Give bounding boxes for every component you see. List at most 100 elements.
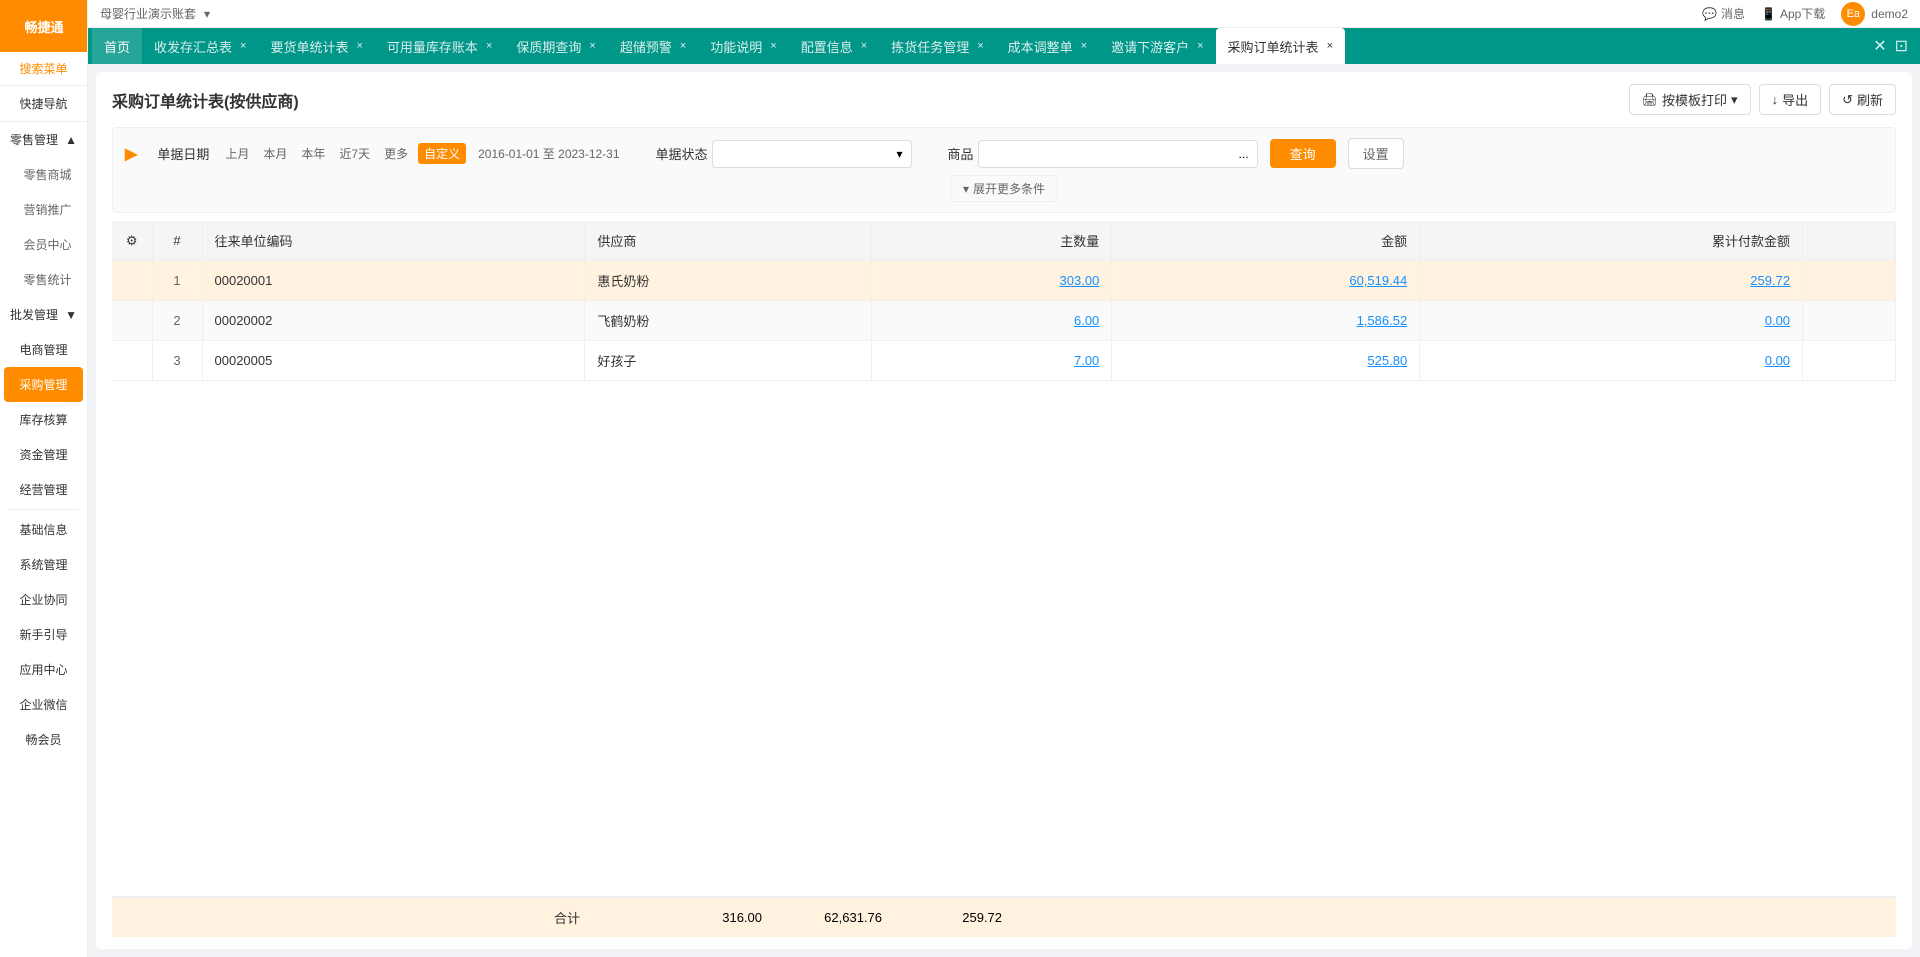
tab-close-all-icon[interactable]: ✕ xyxy=(1873,36,1886,56)
goods-filter: 商品 ... xyxy=(948,140,1258,168)
row-code: 00020002 xyxy=(202,301,585,341)
sidebar-item-system[interactable]: 系统管理 xyxy=(0,547,87,582)
date-btn-this-month[interactable]: 本月 xyxy=(259,143,291,164)
tab-label: 采购订单统计表 xyxy=(1228,37,1319,56)
col-settings[interactable]: ⚙ xyxy=(112,221,152,261)
tab-close-icon[interactable]: × xyxy=(861,40,867,52)
username: demo2 xyxy=(1871,7,1908,21)
tab-label: 功能说明 xyxy=(710,37,762,56)
tab-home[interactable]: 首页 xyxy=(92,28,142,64)
tab-close-icon[interactable]: × xyxy=(589,40,595,52)
tab-chengbentiaoz[interactable]: 成本调整单 × xyxy=(996,28,1099,64)
row-amount[interactable]: 525.80 xyxy=(1112,341,1420,381)
tab-baozhi[interactable]: 保质期查询 × xyxy=(504,28,607,64)
row-settings xyxy=(112,301,152,341)
tab-close-icon[interactable]: × xyxy=(1327,40,1333,52)
tab-peizhixinxi[interactable]: 配置信息 × xyxy=(789,28,879,64)
tab-close-icon[interactable]: × xyxy=(1081,40,1087,52)
tab-gongnengshuo[interactable]: 功能说明 × xyxy=(698,28,788,64)
sidebar-item-member[interactable]: 会员中心 xyxy=(0,227,87,262)
sidebar-item-ops[interactable]: 经营管理 xyxy=(0,472,87,507)
date-btn-this-year[interactable]: 本年 xyxy=(297,143,329,164)
page-inner: 采购订单统计表(按供应商) 🖨 按模板打印 ▾ ↓ 导出 ↺ 刷新 xyxy=(96,72,1912,949)
date-btn-more[interactable]: 更多 xyxy=(380,143,412,164)
tab-chaochuyujing[interactable]: 超储预警 × xyxy=(608,28,698,64)
row-paid[interactable]: 0.00 xyxy=(1420,341,1803,381)
export-button[interactable]: ↓ 导出 xyxy=(1759,84,1822,115)
refresh-button[interactable]: ↺ 刷新 xyxy=(1829,84,1896,115)
sidebar-item-wholesale[interactable]: 批发管理 ▼ xyxy=(0,297,87,332)
tab-yaohuodangtjb[interactable]: 要货单统计表 × xyxy=(258,28,374,64)
date-btn-last-month[interactable]: 上月 xyxy=(221,143,253,164)
date-shortcuts: 上月 本月 本年 近7天 更多 自定义 xyxy=(221,143,466,164)
tab-label: 拣货任务管理 xyxy=(891,37,969,56)
main-area: 母婴行业演示账套 ▾ 💬 消息 📱 App下载 Ea demo2 首页 收发存汇… xyxy=(88,0,1920,957)
print-button[interactable]: 🖨 按模板打印 ▾ xyxy=(1629,84,1751,115)
tab-keyongliang[interactable]: 可用量库存账本 × xyxy=(375,28,504,64)
date-btn-7days[interactable]: 近7天 xyxy=(335,143,374,164)
row-qty[interactable]: 303.00 xyxy=(871,261,1112,301)
tab-baitiuorenwu[interactable]: 拣货任务管理 × xyxy=(879,28,995,64)
tabbar: 首页 收发存汇总表 × 要货单统计表 × 可用量库存账本 × 保质期查询 × 超… xyxy=(88,28,1920,64)
tab-close-icon[interactable]: × xyxy=(356,40,362,52)
workspace-dropdown[interactable]: ▾ xyxy=(204,7,210,21)
tab-close-icon[interactable]: × xyxy=(680,40,686,52)
row-amount[interactable]: 1,586.52 xyxy=(1112,301,1420,341)
app-download-btn[interactable]: 📱 App下载 xyxy=(1761,5,1825,22)
sidebar-item-appcenter[interactable]: 应用中心 xyxy=(0,652,87,687)
footer-qty: 316.00 xyxy=(674,910,774,925)
sidebar-item-inventory[interactable]: 库存核算 xyxy=(0,402,87,437)
user-area[interactable]: Ea demo2 xyxy=(1841,2,1908,26)
expand-more-label: 展开更多条件 xyxy=(973,180,1045,197)
tab-close-icon[interactable]: × xyxy=(770,40,776,52)
tab-close-icon[interactable]: × xyxy=(1197,40,1203,52)
status-select[interactable]: ▾ xyxy=(712,140,912,168)
sidebar-item-quicknav[interactable]: 快捷导航 xyxy=(0,86,87,122)
query-button[interactable]: 查询 xyxy=(1270,139,1336,168)
sidebar-item-purchase[interactable]: 采购管理 xyxy=(4,367,83,402)
sidebar-item-member2[interactable]: 畅会员 xyxy=(0,722,87,757)
goods-label: 商品 xyxy=(948,144,974,163)
row-qty[interactable]: 7.00 xyxy=(871,341,1112,381)
sidebar-item-newbie[interactable]: 新手引导 xyxy=(0,617,87,652)
row-paid[interactable]: 259.72 xyxy=(1420,261,1803,301)
sidebar-item-retailstats[interactable]: 零售统计 xyxy=(0,262,87,297)
sidebar-item-finance[interactable]: 资金管理 xyxy=(0,437,87,472)
sidebar-item-search[interactable]: 搜索菜单 xyxy=(0,52,87,86)
expand-more-button[interactable]: ▾ 展开更多条件 xyxy=(950,175,1058,202)
filter-expand-left[interactable]: ▶ xyxy=(125,144,137,164)
expand-more-row: ▾ 展开更多条件 xyxy=(125,175,1883,202)
col-qty: 主数量 xyxy=(871,221,1112,261)
tab-maximize-icon[interactable]: ⊡ xyxy=(1895,36,1908,56)
sidebar-item-base[interactable]: 基础信息 xyxy=(0,512,87,547)
message-btn[interactable]: 💬 消息 xyxy=(1702,5,1745,22)
page-title: 采购订单统计表(按供应商) xyxy=(112,88,299,112)
sidebar-item-retail[interactable]: 零售管理 ▲ xyxy=(0,122,87,157)
logo-icon: 畅捷通 xyxy=(22,8,66,44)
row-paid[interactable]: 0.00 xyxy=(1420,301,1803,341)
sidebar-item-enterprise[interactable]: 企业协同 xyxy=(0,582,87,617)
export-icon: ↓ xyxy=(1772,92,1779,107)
date-btn-custom[interactable]: 自定义 xyxy=(418,143,466,164)
sidebar-item-retailshop[interactable]: 零售商城 xyxy=(0,157,87,192)
topbar: 母婴行业演示账套 ▾ 💬 消息 📱 App下载 Ea demo2 xyxy=(88,0,1920,28)
sidebar-item-marketing[interactable]: 营销推广 xyxy=(0,192,87,227)
goods-input[interactable]: ... xyxy=(978,140,1258,168)
row-index: 2 xyxy=(152,301,202,341)
tab-shoufahuihzb[interactable]: 收发存汇总表 × xyxy=(142,28,258,64)
tab-label: 可用量库存账本 xyxy=(387,37,478,56)
tab-close-icon[interactable]: × xyxy=(977,40,983,52)
row-qty[interactable]: 6.00 xyxy=(871,301,1112,341)
settings-button[interactable]: 设置 xyxy=(1348,138,1404,169)
sidebar-item-ecommerce[interactable]: 电商管理 xyxy=(0,332,87,367)
tab-yaoqingxiayou[interactable]: 邀请下游客户 × xyxy=(1099,28,1215,64)
tab-caigoudingtjb[interactable]: 采购订单统计表 × xyxy=(1216,28,1345,64)
tab-close-icon[interactable]: × xyxy=(486,40,492,52)
table-header-row: ⚙ # 往来单位编码 供应商 主数量 金额 累计付款金额 xyxy=(112,221,1896,261)
settings-icon[interactable]: ⚙ xyxy=(126,233,138,248)
tab-close-icon[interactable]: × xyxy=(240,40,246,52)
sidebar-item-bizwechat[interactable]: 企业微信 xyxy=(0,687,87,722)
row-amount[interactable]: 60,519.44 xyxy=(1112,261,1420,301)
page-header: 采购订单统计表(按供应商) 🖨 按模板打印 ▾ ↓ 导出 ↺ 刷新 xyxy=(112,84,1896,115)
logo: 畅捷通 xyxy=(0,0,87,52)
